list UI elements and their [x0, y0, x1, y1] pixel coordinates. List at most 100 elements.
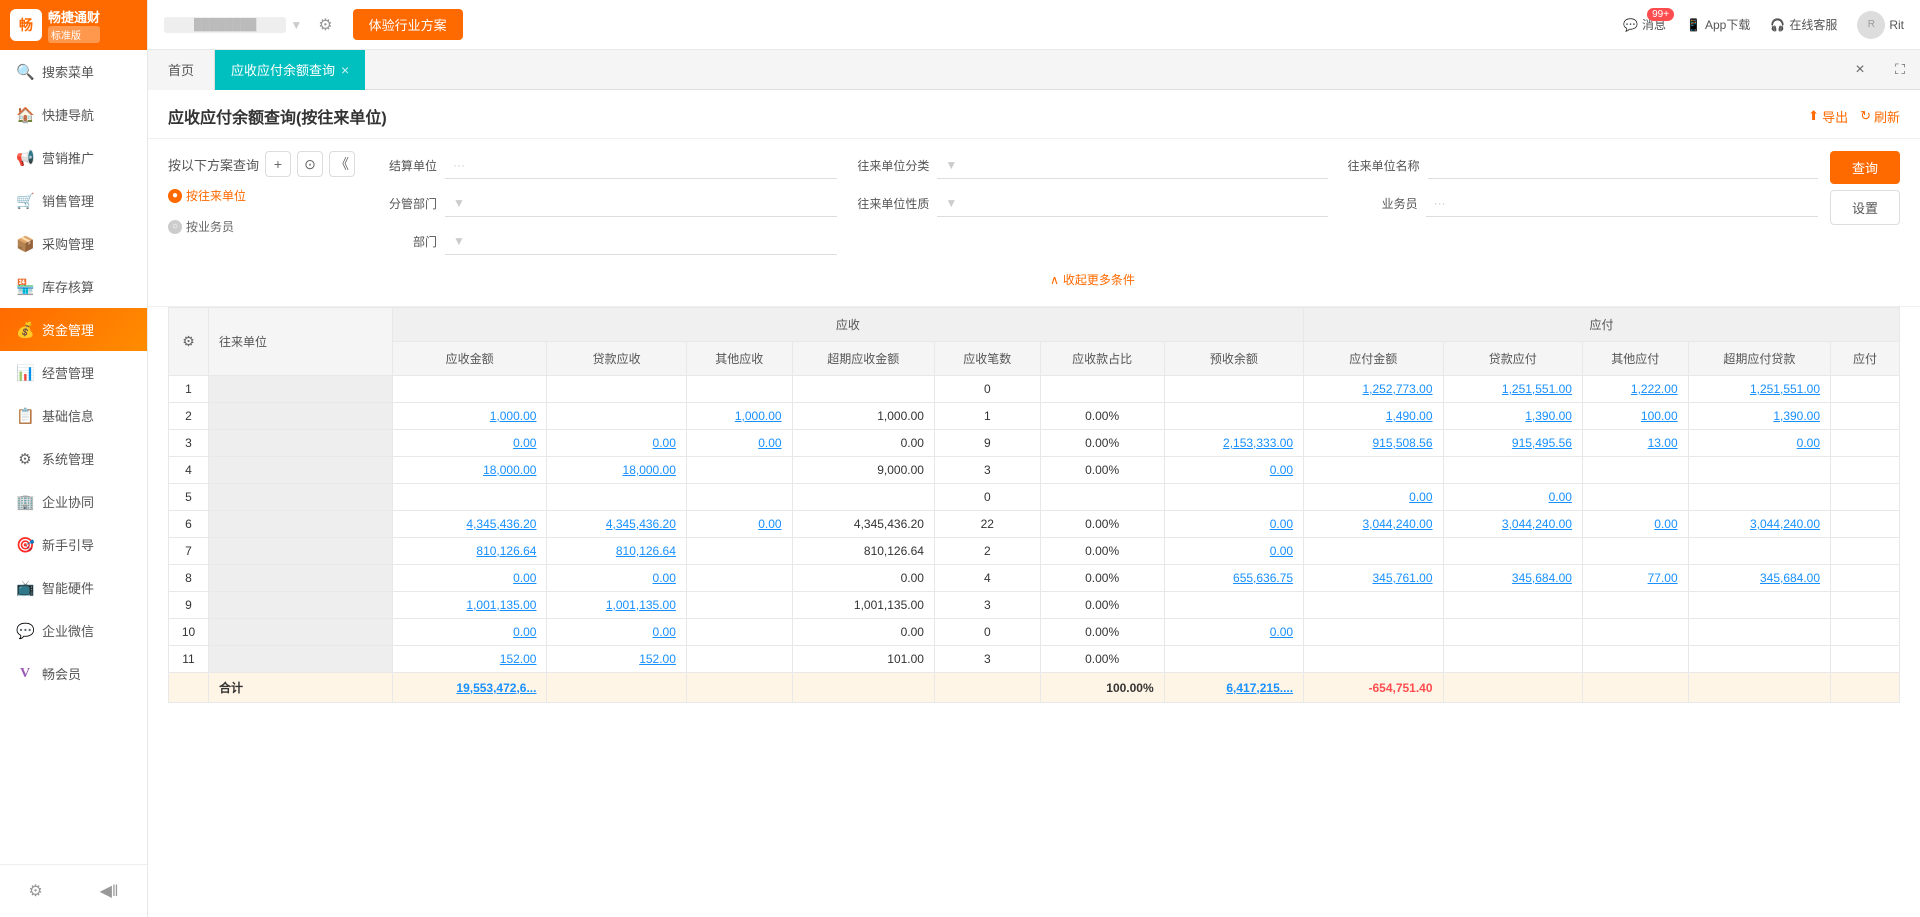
scheme-option-partner[interactable]: ● 按往来单位: [168, 183, 355, 208]
refresh-button[interactable]: ↻ 刷新: [1860, 107, 1900, 126]
settlement-unit-input[interactable]: ···: [445, 151, 837, 179]
table-cell[interactable]: 1,252,773.00: [1304, 376, 1443, 403]
user-profile[interactable]: R Rit: [1857, 11, 1904, 39]
table-cell[interactable]: 915,495.56: [1443, 430, 1582, 457]
tab-home[interactable]: 首页: [148, 50, 215, 90]
window-expand-button[interactable]: ⛶: [1880, 50, 1920, 90]
table-cell[interactable]: 152.00: [392, 646, 547, 673]
table-cell[interactable]: 0.00: [686, 511, 792, 538]
sidebar-settings-btn[interactable]: ⚙: [22, 875, 48, 907]
table-cell[interactable]: [1443, 538, 1582, 565]
sidebar-item-marketing[interactable]: 📢 营销推广: [0, 136, 147, 179]
table-cell[interactable]: [1582, 457, 1688, 484]
table-cell[interactable]: 0.00: [392, 619, 547, 646]
app-download-button[interactable]: 📱 App下载: [1686, 16, 1750, 33]
table-gear-icon[interactable]: ⚙: [182, 333, 195, 349]
table-cell[interactable]: 810,126.64: [392, 538, 547, 565]
table-cell[interactable]: [1304, 457, 1443, 484]
table-cell[interactable]: [686, 484, 792, 511]
table-cell[interactable]: [686, 538, 792, 565]
table-cell[interactable]: [1688, 457, 1830, 484]
table-cell[interactable]: 915,508.56: [1304, 430, 1443, 457]
table-cell[interactable]: 18,000.00: [547, 457, 686, 484]
table-cell[interactable]: [686, 592, 792, 619]
sidebar-item-inventory[interactable]: 🏪 库存核算: [0, 265, 147, 308]
table-cell[interactable]: [1304, 619, 1443, 646]
table-cell[interactable]: [1304, 646, 1443, 673]
collapse-more-button[interactable]: ∧ 收起更多条件: [1050, 265, 1135, 294]
sidebar-item-quicknav[interactable]: 🏠 快捷导航: [0, 93, 147, 136]
table-cell[interactable]: [1582, 592, 1688, 619]
table-cell[interactable]: [1164, 484, 1303, 511]
table-cell[interactable]: [1688, 538, 1830, 565]
total-receivable[interactable]: 19,553,472,6...: [392, 673, 547, 703]
table-cell[interactable]: 0.00: [1688, 430, 1830, 457]
table-cell[interactable]: 1,251,551.00: [1443, 376, 1582, 403]
table-cell[interactable]: [1688, 646, 1830, 673]
export-button[interactable]: ⬆ 导出: [1808, 107, 1848, 126]
table-cell[interactable]: 0.00: [547, 430, 686, 457]
dept-input[interactable]: ▼: [445, 189, 837, 217]
table-cell[interactable]: 13.00: [1582, 430, 1688, 457]
add-scheme-button[interactable]: +: [265, 151, 291, 177]
sidebar-item-basic[interactable]: 📋 基础信息: [0, 394, 147, 437]
message-button[interactable]: 💬 消息 99+: [1623, 16, 1666, 33]
table-cell[interactable]: 1,390.00: [1688, 403, 1830, 430]
sidebar-item-hardware[interactable]: 📺 智能硬件: [0, 566, 147, 609]
window-close-button[interactable]: ×: [1840, 50, 1880, 90]
settings-button[interactable]: 设置: [1830, 190, 1900, 225]
table-cell[interactable]: [1688, 619, 1830, 646]
table-cell[interactable]: [686, 376, 792, 403]
table-cell[interactable]: 345,684.00: [1688, 565, 1830, 592]
table-cell[interactable]: [1443, 592, 1582, 619]
scheme-collapse-button[interactable]: 《: [329, 151, 355, 177]
table-cell[interactable]: 0.00: [392, 565, 547, 592]
table-cell[interactable]: [686, 457, 792, 484]
sidebar-item-guide[interactable]: 🎯 新手引导: [0, 523, 147, 566]
table-cell[interactable]: [547, 403, 686, 430]
table-cell[interactable]: [686, 646, 792, 673]
table-cell[interactable]: [1304, 538, 1443, 565]
table-cell[interactable]: 0.00: [1164, 538, 1303, 565]
partner-nature-input[interactable]: ▼: [937, 189, 1327, 217]
table-cell[interactable]: [392, 376, 547, 403]
table-cell[interactable]: 3,044,240.00: [1443, 511, 1582, 538]
sidebar-item-sales[interactable]: 🛒 销售管理: [0, 179, 147, 222]
service-button[interactable]: 🎧 在线客服: [1770, 16, 1837, 33]
total-advance[interactable]: 6,417,215....: [1164, 673, 1303, 703]
table-cell[interactable]: 0.00: [686, 430, 792, 457]
tab-active[interactable]: 应收应付余额查询 ×: [215, 50, 365, 90]
sidebar-item-finance[interactable]: 💰 资金管理: [0, 308, 147, 351]
table-cell[interactable]: 345,761.00: [1304, 565, 1443, 592]
sidebar-item-system[interactable]: ⚙ 系统管理: [0, 437, 147, 480]
table-cell[interactable]: [1582, 619, 1688, 646]
sidebar-item-operation[interactable]: 📊 经营管理: [0, 351, 147, 394]
table-cell[interactable]: 4,345,436.20: [392, 511, 547, 538]
table-cell[interactable]: [1443, 619, 1582, 646]
table-cell[interactable]: [1304, 592, 1443, 619]
table-cell[interactable]: [1443, 646, 1582, 673]
table-cell[interactable]: [1164, 646, 1303, 673]
table-cell[interactable]: [1582, 646, 1688, 673]
table-cell[interactable]: [547, 376, 686, 403]
table-cell[interactable]: [392, 484, 547, 511]
solution-button[interactable]: 体验行业方案: [353, 9, 463, 40]
table-cell[interactable]: 0.00: [1582, 511, 1688, 538]
partner-name-input[interactable]: [1428, 151, 1818, 179]
table-cell[interactable]: 810,126.64: [547, 538, 686, 565]
sidebar-item-corp[interactable]: 🏢 企业协同: [0, 480, 147, 523]
table-cell[interactable]: 0.00: [1164, 457, 1303, 484]
table-cell[interactable]: 4,345,436.20: [547, 511, 686, 538]
sidebar-collapse-btn[interactable]: ◀‖: [94, 875, 125, 907]
table-cell[interactable]: 0.00: [1443, 484, 1582, 511]
table-cell[interactable]: [1443, 457, 1582, 484]
table-cell[interactable]: [1164, 403, 1303, 430]
sidebar-item-search[interactable]: 🔍 搜索菜单: [0, 50, 147, 93]
table-cell[interactable]: 1,000.00: [686, 403, 792, 430]
table-cell[interactable]: [1582, 484, 1688, 511]
table-cell[interactable]: [1164, 592, 1303, 619]
sidebar-item-wechat[interactable]: 💬 企业微信: [0, 609, 147, 652]
table-cell[interactable]: 345,684.00: [1443, 565, 1582, 592]
table-cell[interactable]: [1164, 376, 1303, 403]
partner-category-input[interactable]: ▼: [937, 151, 1327, 179]
